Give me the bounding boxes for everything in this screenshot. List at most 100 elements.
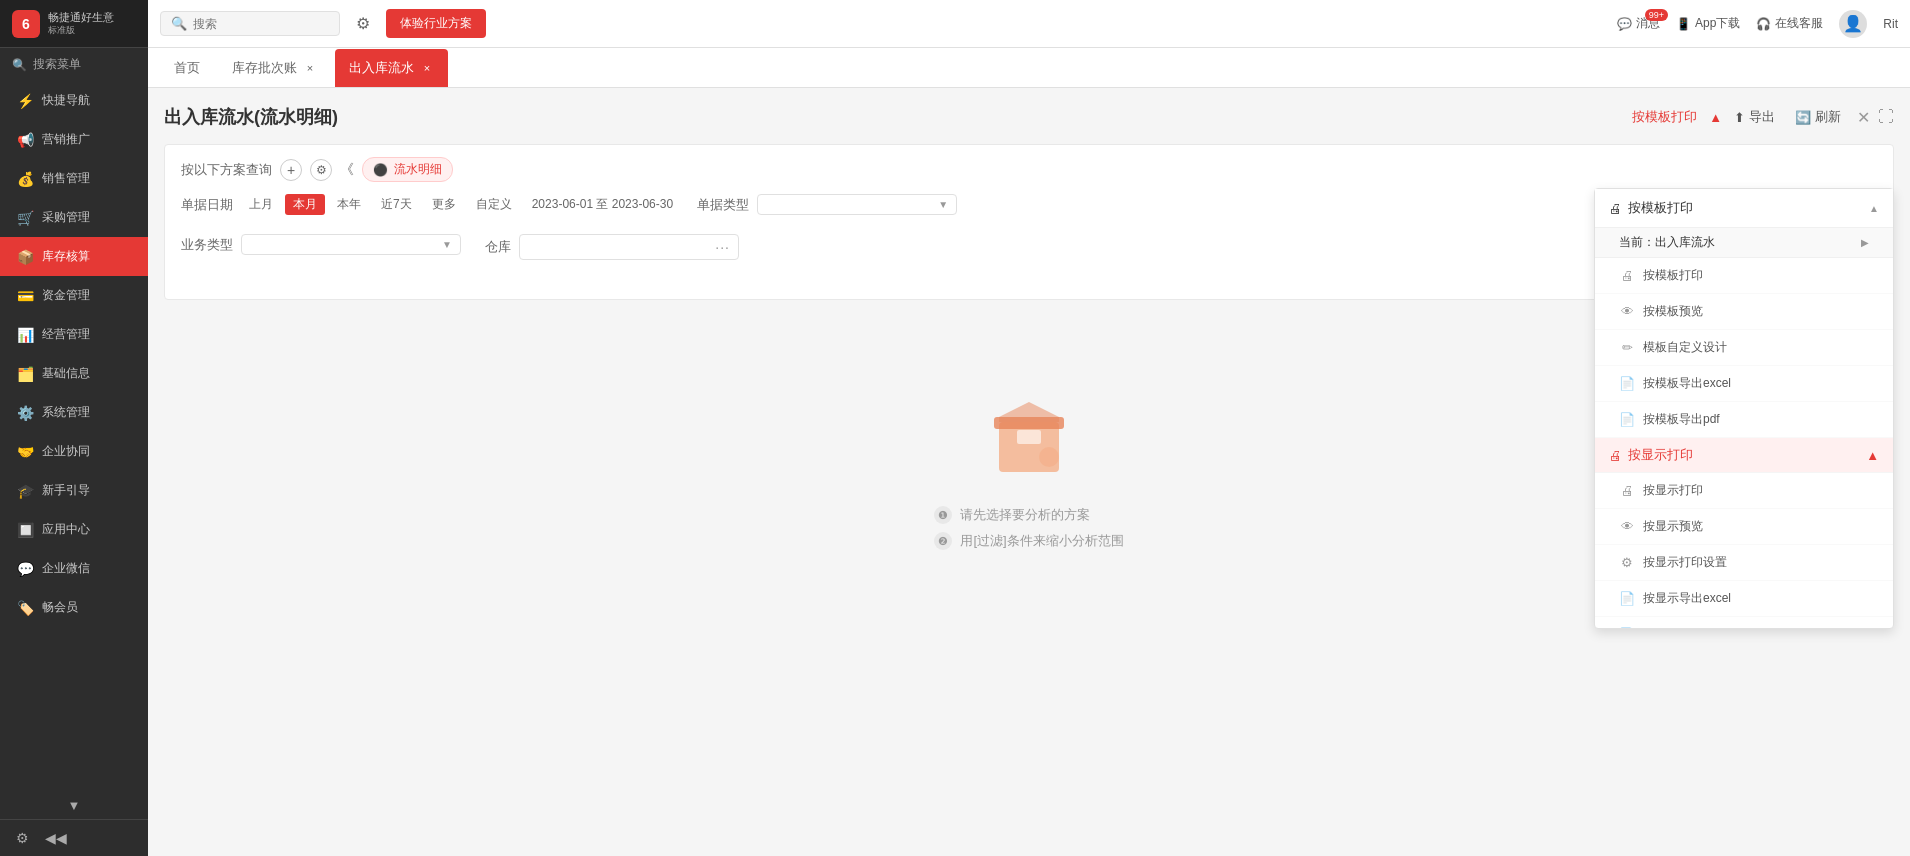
page-title: 出入库流水(流水明细) xyxy=(164,105,338,129)
collapse-sidebar-icon[interactable]: ◀◀ xyxy=(45,830,67,846)
sidebar-scroll-down[interactable]: ▼ xyxy=(0,791,148,819)
sidebar-item-guide[interactable]: 🎓 新手引导 xyxy=(0,471,148,510)
export-label: 导出 xyxy=(1749,108,1775,126)
sidebar-item-basic[interactable]: 🗂️ 基础信息 xyxy=(0,354,148,393)
page-actions: 按模板打印 ▲ ⬆ 导出 🔄 刷新 xyxy=(1624,104,1849,130)
topbar-search-box[interactable]: 🔍 xyxy=(160,11,340,36)
dropdown-item-display-preview[interactable]: 👁 按显示预览 xyxy=(1595,509,1893,545)
step2-label: 用[过滤]条件来缩小分析范围 xyxy=(960,532,1123,550)
dropdown-item-template-pdf[interactable]: 📄 按模板导出pdf xyxy=(1595,402,1893,438)
dropdown-scroll: 当前：出入库流水 ▶ 🖨 按模板打印 👁 按模板预览 ✏ 模板自定义设计 xyxy=(1595,228,1893,628)
warehouse-select[interactable]: ··· xyxy=(519,234,739,260)
in-out-flow-label: 出入库流水 xyxy=(349,59,414,77)
display-excel-label: 按显示导出excel xyxy=(1643,590,1731,607)
tab-close-inventory-batch[interactable]: × xyxy=(303,61,317,75)
dropdown-display-print-header[interactable]: 🖨 按显示打印 ▲ xyxy=(1595,438,1893,473)
topbar-search-input[interactable] xyxy=(193,17,313,31)
refresh-icon: 🔄 xyxy=(1795,110,1811,125)
sidebar-item-label: 应用中心 xyxy=(42,521,90,538)
filter-tag[interactable]: ⚫ 流水明细 xyxy=(362,157,453,182)
sidebar-item-label: 基础信息 xyxy=(42,365,90,382)
refresh-btn[interactable]: 🔄 刷新 xyxy=(1787,104,1849,130)
industry-btn[interactable]: 体验行业方案 xyxy=(386,9,486,38)
system-icon: ⚙️ xyxy=(16,405,34,421)
topbar-app-download[interactable]: 📱 App下载 xyxy=(1676,15,1740,32)
sidebar-item-wechat[interactable]: 💬 企业微信 xyxy=(0,549,148,588)
print-template-btn[interactable]: 按模板打印 xyxy=(1624,104,1705,130)
inventory-batch-label: 库存批次账 xyxy=(232,59,297,77)
dropdown-current-value[interactable]: 当前：出入库流水 ▶ xyxy=(1619,234,1869,251)
filter-add-btn[interactable]: + xyxy=(280,159,302,181)
template-preview-label: 按模板预览 xyxy=(1643,303,1703,320)
app-download-label: App下载 xyxy=(1695,15,1740,32)
warehouse-label: 仓库 xyxy=(485,238,511,256)
dropdown-item-display-excel[interactable]: 📄 按显示导出excel xyxy=(1595,581,1893,617)
sidebar-item-system[interactable]: ⚙️ 系统管理 xyxy=(0,393,148,432)
tab-close-in-out-flow[interactable]: × xyxy=(420,61,434,75)
user-avatar[interactable]: 👤 xyxy=(1839,10,1867,38)
dropdown-item-display-print[interactable]: 🖨 按显示打印 xyxy=(1595,473,1893,509)
window-expand-btn[interactable]: ⛶ xyxy=(1878,108,1894,126)
filter-setting-icon: ⚙ xyxy=(316,163,327,177)
service-label: 在线客服 xyxy=(1775,15,1823,32)
print-arrow-up[interactable]: ▲ xyxy=(1709,110,1722,125)
date-tab-last-month[interactable]: 上月 xyxy=(241,194,281,215)
topbar-online-service[interactable]: 🎧 在线客服 xyxy=(1756,15,1823,32)
display-print-setting-label: 按显示打印设置 xyxy=(1643,554,1727,571)
date-tab-7days[interactable]: 近7天 xyxy=(373,194,420,215)
date-range: 2023-06-01 至 2023-06-30 xyxy=(532,196,673,213)
sidebar-item-purchase[interactable]: 🛒 采购管理 xyxy=(0,198,148,237)
username-label[interactable]: Rit xyxy=(1883,17,1898,31)
export-btn[interactable]: ⬆ 导出 xyxy=(1726,104,1783,130)
template-preview-icon: 👁 xyxy=(1619,304,1635,319)
dropdown-item-template-custom[interactable]: ✏ 模板自定义设计 xyxy=(1595,330,1893,366)
sidebar-item-quick-nav[interactable]: ⚡ 快捷导航 xyxy=(0,81,148,120)
dropdown-item-display-pdf[interactable]: 📄 按显示导出pdf xyxy=(1595,617,1893,628)
refresh-label: 刷新 xyxy=(1815,108,1841,126)
date-tab-more[interactable]: 更多 xyxy=(424,194,464,215)
date-tab-this-month[interactable]: 本月 xyxy=(285,194,325,215)
template-excel-icon: 📄 xyxy=(1619,376,1635,391)
template-print-icon: 🖨 xyxy=(1619,268,1635,283)
sidebar-search[interactable]: 🔍 搜索菜单 xyxy=(0,48,148,81)
sidebar-item-label: 采购管理 xyxy=(42,209,90,226)
sidebar-item-marketing[interactable]: 📢 营销推广 xyxy=(0,120,148,159)
dropdown-header[interactable]: 🖨 按模板打印 ▲ xyxy=(1595,189,1893,228)
tab-inventory-batch[interactable]: 库存批次账 × xyxy=(218,49,331,87)
page-content: 出入库流水(流水明细) 按模板打印 ▲ ⬆ 导出 🔄 刷新 ✕ ⛶ xyxy=(148,88,1910,856)
dropdown-item-template-excel[interactable]: 📄 按模板导出excel xyxy=(1595,366,1893,402)
dropdown-item-template-print[interactable]: 🖨 按模板打印 xyxy=(1595,258,1893,294)
app-name: 畅捷通好生意 xyxy=(48,10,114,24)
sidebar-item-finance[interactable]: 💳 资金管理 xyxy=(0,276,148,315)
sidebar-item-apps[interactable]: 🔲 应用中心 xyxy=(0,510,148,549)
dropdown-item-display-print-setting[interactable]: ⚙ 按显示打印设置 xyxy=(1595,545,1893,581)
biz-type-select[interactable]: ▼ xyxy=(241,234,461,255)
topbar-message[interactable]: 💬 消息 99+ xyxy=(1617,15,1660,32)
inventory-icon: 📦 xyxy=(16,249,34,265)
filter-tag-label: 流水明细 xyxy=(394,161,442,178)
dropdown-header-arrow[interactable]: ▲ xyxy=(1869,203,1879,214)
empty-illustration xyxy=(979,392,1079,482)
template-excel-label: 按模板导出excel xyxy=(1643,375,1731,392)
doc-type-select[interactable]: ▼ xyxy=(757,194,957,215)
sidebar-item-inventory[interactable]: 📦 库存核算 xyxy=(0,237,148,276)
sidebar-item-member[interactable]: 🏷️ 畅会员 xyxy=(0,588,148,627)
tab-home[interactable]: 首页 xyxy=(160,49,214,87)
sidebar-item-sales[interactable]: 💰 销售管理 xyxy=(0,159,148,198)
sidebar-item-label: 销售管理 xyxy=(42,170,90,187)
topbar-gear-icon[interactable]: ⚙ xyxy=(348,9,378,39)
tab-in-out-flow[interactable]: 出入库流水 × xyxy=(335,49,448,87)
sidebar-item-operations[interactable]: 📊 经营管理 xyxy=(0,315,148,354)
doc-type-arrow: ▼ xyxy=(938,199,948,210)
filter-field-biz-type: 业务类型 ▼ xyxy=(181,234,461,255)
date-tab-this-year[interactable]: 本年 xyxy=(329,194,369,215)
step-num-2: ❷ xyxy=(934,532,952,550)
dropdown-item-template-preview[interactable]: 👁 按模板预览 xyxy=(1595,294,1893,330)
filter-setting-btn[interactable]: ⚙ xyxy=(310,159,332,181)
filter-collapse-btn[interactable]: 《 xyxy=(340,161,354,179)
settings-bottom-icon[interactable]: ⚙ xyxy=(16,830,29,846)
window-close-btn[interactable]: ✕ xyxy=(1857,108,1870,127)
biz-type-arrow: ▼ xyxy=(442,239,452,250)
date-tab-custom[interactable]: 自定义 xyxy=(468,194,520,215)
sidebar-item-collab[interactable]: 🤝 企业协同 xyxy=(0,432,148,471)
